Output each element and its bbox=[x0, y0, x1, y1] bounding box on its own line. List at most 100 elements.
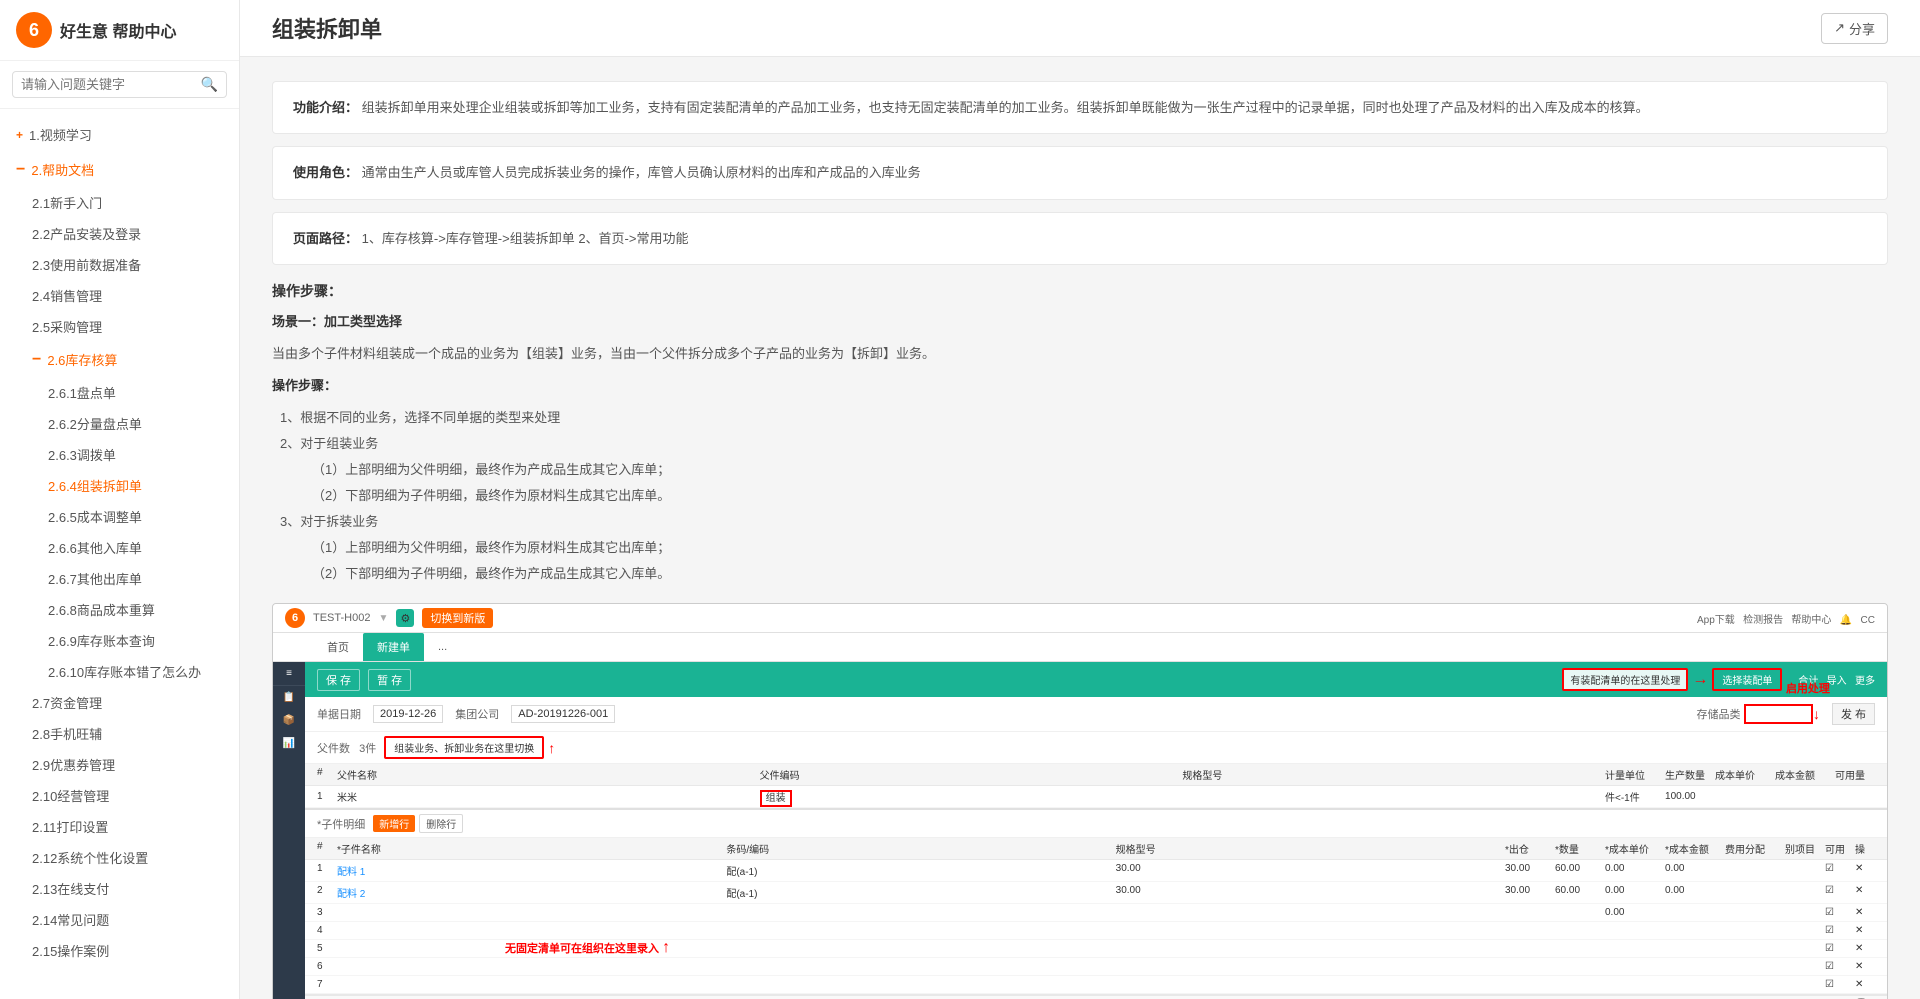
sidebar-header: 6 好生意 帮助中心 bbox=[0, 0, 239, 61]
sidebar-item-docs-210[interactable]: 2.10经营管理 bbox=[0, 780, 239, 811]
sidebar-item-docs-29[interactable]: 2.9优惠券管理 bbox=[0, 749, 239, 780]
screenshot-draft-btn: 暂 存 bbox=[368, 669, 411, 691]
page-title: 组装拆卸单 bbox=[272, 12, 382, 44]
ops-steps-label: 操作步骤： bbox=[272, 373, 1888, 399]
screenshot-nav-active: 新建单 bbox=[363, 633, 424, 661]
screenshot-save-btn: 保 存 bbox=[317, 669, 360, 691]
sidebar-item-docs-215[interactable]: 2.15操作案例 bbox=[0, 935, 239, 966]
step3-sub2: （2）下部明细为子件明细，最终作为产成品生成其它入库单。 bbox=[312, 561, 1888, 587]
screenshot-nav-home: 首页 bbox=[313, 633, 363, 661]
screenshot-fields-row: 单据日期 2019-12-26 集团公司 AD-20191226-001 存储品… bbox=[305, 697, 1887, 732]
share-button[interactable]: ↗ 分享 bbox=[1821, 13, 1888, 44]
del-row-btn: 删除行 bbox=[419, 814, 463, 833]
arrow-left-icon: ↑ bbox=[662, 939, 670, 956]
main-header: 组装拆卸单 ↗ 分享 bbox=[240, 0, 1920, 57]
role-label: 使用角色： bbox=[293, 165, 358, 180]
sidebar-item-docs-266[interactable]: 2.6.6其他入库单 bbox=[0, 532, 239, 563]
sidebar-item-docs-269[interactable]: 2.6.9库存账本查询 bbox=[0, 625, 239, 656]
field-value-qiyong bbox=[1744, 704, 1812, 724]
scene1-title: 场景一：加工类型选择 bbox=[272, 309, 1888, 335]
select-btn: 选择装配单 bbox=[1712, 668, 1782, 691]
search-icon[interactable]: 🔍 bbox=[201, 76, 218, 93]
sidebar-item-video[interactable]: + 1.视频学习 bbox=[0, 117, 239, 152]
sidebar-item-docs[interactable]: − 2.帮助文档 bbox=[0, 152, 239, 187]
screenshot-nav-list: ... bbox=[424, 635, 461, 659]
search-input[interactable] bbox=[21, 77, 201, 92]
screenshot-form-header: 保 存 暂 存 有装配清单的在这里处理 → 选择装配单 bbox=[305, 662, 1887, 697]
table-row-lower-7: 7 ☑ ✕ bbox=[305, 976, 1887, 994]
step3: 3、对于拆装业务 bbox=[280, 509, 1888, 535]
sidebar-item-docs-28[interactable]: 2.8手机旺辅 bbox=[0, 718, 239, 749]
path-label: 页面路径： bbox=[293, 231, 358, 246]
label-sub-count: *子件明细 bbox=[317, 816, 365, 832]
sidebar-item-docs-25[interactable]: 2.5采购管理 bbox=[0, 311, 239, 342]
sidebar-item-docs-2610[interactable]: 2.6.10库存账本错了怎么办 bbox=[0, 656, 239, 687]
search-input-wrap[interactable]: 🔍 bbox=[12, 71, 227, 98]
screenshot-sidebar-icon2: 📋 bbox=[273, 686, 305, 709]
sidebar-item-docs-23[interactable]: 2.3使用前数据准备 bbox=[0, 249, 239, 280]
annotation-box1: 有装配清单的在这里处理 bbox=[1562, 668, 1688, 691]
sidebar-item-docs-21[interactable]: 2.1新手入门 bbox=[0, 187, 239, 218]
screenshot-sidebar-icon4: 📊 bbox=[273, 732, 305, 755]
annotation3-label: 启用处理 bbox=[1786, 680, 1830, 696]
screenshot-ver: ▼ bbox=[378, 613, 388, 624]
step3-sub1: （1）上部明细为父件明细，最终作为原材料生成其它出库单； bbox=[312, 535, 1888, 561]
func-intro-box: 功能介绍： 组装拆卸单用来处理企业组装或拆卸等加工业务，支持有固定装配清单的产品… bbox=[272, 81, 1888, 134]
sidebar-item-docs-263[interactable]: 2.6.3调拨单 bbox=[0, 439, 239, 470]
sidebar-item-docs-26[interactable]: − 2.6库存核算 bbox=[0, 342, 239, 377]
sidebar-item-docs-261[interactable]: 2.6.1盘点单 bbox=[0, 377, 239, 408]
share-icon: ↗ bbox=[1834, 20, 1845, 36]
commit-btn: 发 布 bbox=[1832, 703, 1875, 725]
label-count: 父件数 3件 bbox=[317, 740, 376, 756]
main-content: 功能介绍： 组装拆卸单用来处理企业组装或拆卸等加工业务，支持有固定装配清单的产品… bbox=[240, 57, 1920, 999]
logo-icon: 6 bbox=[16, 12, 52, 48]
annotation-area2: 组装业务、拆卸业务在这里切换 ↑ bbox=[384, 736, 555, 759]
screenshot-form: 保 存 暂 存 有装配清单的在这里处理 → 选择装配单 bbox=[305, 662, 1887, 999]
role-box: 使用角色： 通常由生产人员或库管人员完成拆装业务的操作，库管人员确认原材料的出库… bbox=[272, 146, 1888, 199]
sidebar-item-docs-265[interactable]: 2.6.5成本调整单 bbox=[0, 501, 239, 532]
step2-sub1: （1）上部明细为父件明细，最终作为产成品生成其它入库单； bbox=[312, 457, 1888, 483]
role-text: 通常由生产人员或库管人员完成拆装业务的操作，库管人员确认原材料的出库和产成品的入… bbox=[362, 165, 921, 180]
plus-icon: + bbox=[16, 128, 23, 142]
func-intro-label: 功能介绍： bbox=[293, 100, 358, 115]
screenshot-company: TEST-H002 bbox=[313, 612, 370, 624]
minus-icon: − bbox=[16, 162, 25, 178]
sidebar-item-docs-22[interactable]: 2.2产品安装及登录 bbox=[0, 218, 239, 249]
field-value-upper1: 组装 bbox=[760, 790, 792, 807]
field-value-date: 2019-12-26 bbox=[373, 705, 443, 723]
screenshot-sidebar-icon3: 📦 bbox=[273, 709, 305, 732]
table-row-lower-2: 2 配料 2 配(a-1) 30.00 30.00 60.00 0.00 0.0… bbox=[305, 882, 1887, 904]
screenshot-sidebar-icon1: ≡ bbox=[273, 662, 305, 686]
screenshot-icon1: ⚙ bbox=[396, 609, 414, 627]
step2-sub2: （2）下部明细为子件明细，最终作为原材料生成其它出库单。 bbox=[312, 483, 1888, 509]
step1: 1、根据不同的业务，选择不同单据的类型来处理 bbox=[280, 405, 1888, 431]
screenshot-topbar: 6 TEST-H002 ▼ ⚙ 切换到新版 App下载 检测报告 帮助中心 🔔 … bbox=[273, 604, 1887, 633]
step2: 2、对于组装业务 bbox=[280, 431, 1888, 457]
scene1-desc: 当由多个子件材料组装成一个成品的业务为【组装】业务，当由一个父件拆分成多个子产品… bbox=[272, 341, 1888, 367]
sidebar-item-docs-264[interactable]: 2.6.4组装拆卸单 bbox=[0, 470, 239, 501]
screenshot-logo: 6 bbox=[285, 608, 305, 628]
screenshot-left-sidebar: ≡ 📋 📦 📊 bbox=[273, 662, 305, 999]
sidebar-item-docs-214[interactable]: 2.14常见问题 bbox=[0, 904, 239, 935]
sidebar-item-docs-262[interactable]: 2.6.2分量盘点单 bbox=[0, 408, 239, 439]
field-label-zid: 集团公司 bbox=[455, 706, 499, 722]
sidebar-item-docs-213[interactable]: 2.13在线支付 bbox=[0, 873, 239, 904]
sidebar-item-docs-211[interactable]: 2.11打印设置 bbox=[0, 811, 239, 842]
search-box: 🔍 bbox=[0, 61, 239, 109]
table-footer: 合计 80.00 0.00 0.00 0.00 🗑 bbox=[305, 994, 1887, 999]
path-box: 页面路径： 1、库存核算->库存管理->组装拆卸单 2、首页->常用功能 bbox=[272, 212, 1888, 265]
table-header-upper: # 父件名称 父件编码 规格型号 计量单位 生产数量 成本单价 成本金额 可用量 bbox=[305, 764, 1887, 786]
table-row-lower-6: 6 ☑ ✕ bbox=[305, 958, 1887, 976]
arrow-icon1: → bbox=[1692, 671, 1708, 689]
sidebar-item-docs-267[interactable]: 2.6.7其他出库单 bbox=[0, 563, 239, 594]
sidebar-item-docs-24[interactable]: 2.4销售管理 bbox=[0, 280, 239, 311]
screenshot-nav: 首页 新建单 ... bbox=[273, 633, 1887, 662]
table-row-lower-3: 3 0.00 ☑ ✕ bbox=[305, 904, 1887, 922]
annotation-area1: 有装配清单的在这里处理 → 选择装配单 bbox=[1562, 668, 1782, 691]
sidebar-item-docs-27[interactable]: 2.7资金管理 bbox=[0, 687, 239, 718]
screenshot-upper-table: # 父件名称 父件编码 规格型号 计量单位 生产数量 成本单价 成本金额 可用量… bbox=[305, 764, 1887, 808]
field-label-date: 单据日期 bbox=[317, 706, 361, 722]
sidebar-item-docs-268[interactable]: 2.6.8商品成本重算 bbox=[0, 594, 239, 625]
screenshot-nav-right: App下载 检测报告 帮助中心 🔔 CC bbox=[1697, 611, 1875, 626]
sidebar-item-docs-212[interactable]: 2.12系统个性化设置 bbox=[0, 842, 239, 873]
